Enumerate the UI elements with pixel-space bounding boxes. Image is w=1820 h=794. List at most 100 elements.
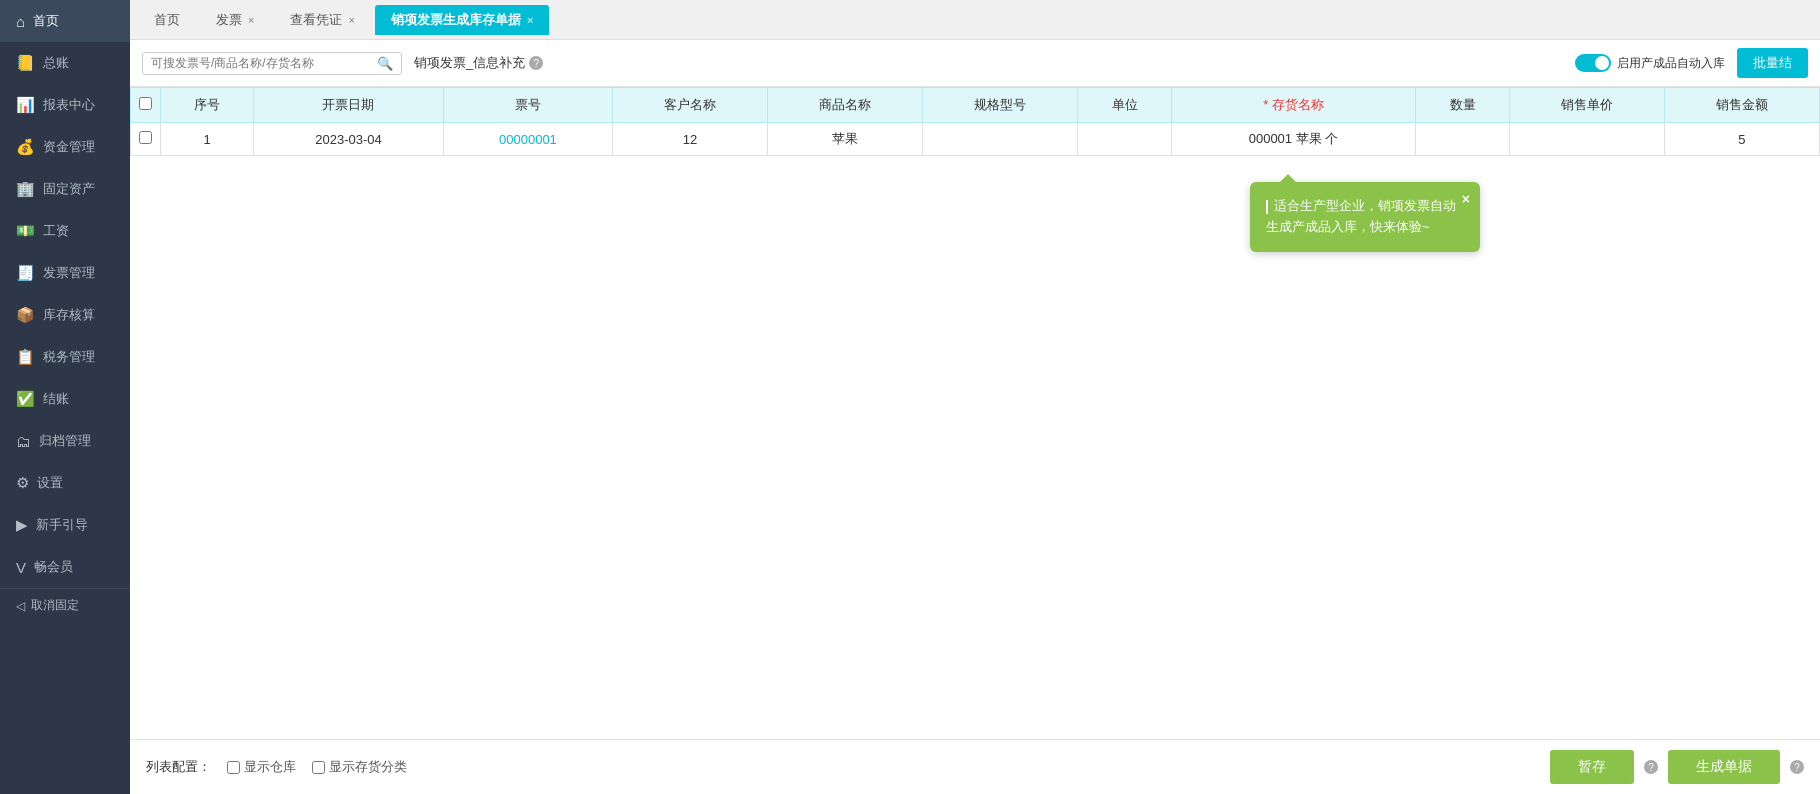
- play-icon: ▶: [16, 516, 28, 534]
- sidebar-item-general-ledger[interactable]: 📒 总账: [0, 42, 130, 84]
- header-spec: 规格型号: [923, 88, 1078, 123]
- sidebar-item-label: 资金管理: [43, 138, 95, 156]
- header-invoice-no: 票号: [443, 88, 612, 123]
- header-amount: 销售金额: [1664, 88, 1819, 123]
- show-warehouse-check[interactable]: 显示仓库: [227, 758, 296, 776]
- cell-unit-price: [1509, 123, 1664, 156]
- tab-voucher-label: 查看凭证: [290, 11, 342, 29]
- tab-invoice[interactable]: 发票 ×: [200, 5, 270, 35]
- header-unit: 单位: [1078, 88, 1171, 123]
- table-area: 序号 开票日期 票号 客户名称 商品名称 规格型号 单位 * 存货名称 数量 销…: [130, 87, 1820, 739]
- sidebar-item-label: 税务管理: [43, 348, 95, 366]
- sidebar-item-settings[interactable]: ⚙ 设置: [0, 462, 130, 504]
- sidebar-item-tax-management[interactable]: 📋 税务管理: [0, 336, 130, 378]
- tooltip-text: 适合生产型企业，销项发票自动生成产成品入库，快来体验~: [1266, 198, 1456, 234]
- sidebar-item-label: 结账: [43, 390, 69, 408]
- select-all-checkbox[interactable]: [139, 97, 152, 110]
- tab-home-label: 首页: [154, 11, 180, 29]
- tab-cancel-invoice-label: 销项发票生成库存单据: [391, 11, 521, 29]
- info-text: 销项发票_信息补充: [414, 54, 525, 72]
- cell-unit: [1078, 123, 1171, 156]
- cell-qty: [1416, 123, 1509, 156]
- invoice-link[interactable]: 00000001: [499, 132, 557, 147]
- sidebar-item-payroll[interactable]: 💵 工资: [0, 210, 130, 252]
- save-button[interactable]: 暂存: [1550, 750, 1634, 784]
- cell-product-name: 苹果: [768, 123, 923, 156]
- tab-voucher[interactable]: 查看凭证 ×: [274, 5, 370, 35]
- toggle-label: 启用产成品自动入库: [1617, 55, 1725, 72]
- report-icon: 📊: [16, 96, 35, 114]
- header-checkbox-cell: [131, 88, 161, 123]
- unpin-button[interactable]: ◁ 取消固定: [0, 588, 130, 622]
- header-seq: 序号: [161, 88, 254, 123]
- sidebar-item-label: 归档管理: [39, 432, 91, 450]
- tab-cancel-invoice[interactable]: 销项发票生成库存单据 ×: [375, 5, 549, 35]
- assets-icon: 🏢: [16, 180, 35, 198]
- payroll-icon: 💵: [16, 222, 35, 240]
- config-label: 列表配置：: [146, 758, 211, 776]
- sidebar-item-label: 库存核算: [43, 306, 95, 324]
- sidebar-item-vip[interactable]: V 畅会员: [0, 546, 130, 588]
- sidebar-item-fund-management[interactable]: 💰 资金管理: [0, 126, 130, 168]
- generate-help-icon[interactable]: ?: [1790, 760, 1804, 774]
- sidebar-item-beginner[interactable]: ▶ 新手引导: [0, 504, 130, 546]
- search-box[interactable]: 🔍: [142, 52, 402, 75]
- toggle-area: 启用产成品自动入库: [1575, 54, 1725, 72]
- cell-seq: 1: [161, 123, 254, 156]
- header-date: 开票日期: [254, 88, 444, 123]
- archive-icon: 🗂: [16, 433, 31, 450]
- show-warehouse-label: 显示仓库: [244, 758, 296, 776]
- tab-invoice-close[interactable]: ×: [248, 14, 254, 26]
- settlement-icon: ✅: [16, 390, 35, 408]
- sidebar-item-label: 报表中心: [43, 96, 95, 114]
- row-checkbox[interactable]: [139, 131, 152, 144]
- cell-invoice-no[interactable]: 00000001: [443, 123, 612, 156]
- save-help-icon[interactable]: ?: [1644, 760, 1658, 774]
- sidebar-item-home[interactable]: ⌂ 首页: [0, 0, 130, 42]
- sidebar-item-inventory[interactable]: 📦 库存核算: [0, 294, 130, 336]
- invoice-icon: 🧾: [16, 264, 35, 282]
- sidebar-item-label: 工资: [43, 222, 69, 240]
- sidebar-item-report-center[interactable]: 📊 报表中心: [0, 84, 130, 126]
- cell-spec: [923, 123, 1078, 156]
- tooltip-cursor: [1266, 200, 1268, 214]
- sidebar-item-settlement[interactable]: ✅ 结账: [0, 378, 130, 420]
- tab-voucher-close[interactable]: ×: [348, 14, 354, 26]
- auto-warehouse-toggle[interactable]: [1575, 54, 1611, 72]
- page-content: 🔍 销项发票_信息补充 ? 启用产成品自动入库 批量结 序: [130, 40, 1820, 794]
- header-product-name: 商品名称: [768, 88, 923, 123]
- cell-customer: 12: [612, 123, 767, 156]
- bottom-actions: 暂存 ? 生成单据 ?: [1550, 750, 1804, 784]
- home-icon: ⌂: [16, 13, 25, 30]
- sidebar-item-label: 首页: [33, 12, 59, 30]
- search-icon[interactable]: 🔍: [377, 56, 393, 71]
- bottom-bar: 列表配置： 显示仓库 显示存货分类 暂存 ? 生成单据 ?: [130, 739, 1820, 794]
- unpin-icon: ◁: [16, 599, 25, 613]
- sidebar-item-label: 新手引导: [36, 516, 88, 534]
- gear-icon: ⚙: [16, 474, 29, 492]
- row-checkbox-cell: [131, 123, 161, 156]
- show-warehouse-checkbox[interactable]: [227, 761, 240, 774]
- search-input[interactable]: [151, 56, 373, 70]
- sidebar-item-archive[interactable]: 🗂 归档管理: [0, 420, 130, 462]
- show-inventory-category-checkbox[interactable]: [312, 761, 325, 774]
- cell-amount: 5: [1664, 123, 1819, 156]
- toolbar: 🔍 销项发票_信息补充 ? 启用产成品自动入库 批量结: [130, 40, 1820, 87]
- sidebar-item-fixed-assets[interactable]: 🏢 固定资产: [0, 168, 130, 210]
- header-qty: 数量: [1416, 88, 1509, 123]
- header-unit-price: 销售单价: [1509, 88, 1664, 123]
- generate-button[interactable]: 生成单据: [1668, 750, 1780, 784]
- sidebar-item-invoice-management[interactable]: 🧾 发票管理: [0, 252, 130, 294]
- cell-inventory-name: 000001 苹果 个: [1171, 123, 1416, 156]
- tab-bar: 首页 发票 × 查看凭证 × 销项发票生成库存单据 ×: [130, 0, 1820, 40]
- batch-button[interactable]: 批量结: [1737, 48, 1808, 78]
- tooltip-popup: × 适合生产型企业，销项发票自动生成产成品入库，快来体验~: [1250, 182, 1480, 252]
- tab-home[interactable]: 首页: [138, 5, 196, 35]
- header-customer: 客户名称: [612, 88, 767, 123]
- tooltip-close-button[interactable]: ×: [1462, 188, 1470, 210]
- tab-cancel-invoice-close[interactable]: ×: [527, 14, 533, 26]
- data-table: 序号 开票日期 票号 客户名称 商品名称 规格型号 单位 * 存货名称 数量 销…: [130, 87, 1820, 156]
- info-question-icon[interactable]: ?: [529, 56, 543, 70]
- show-inventory-category-label: 显示存货分类: [329, 758, 407, 776]
- show-inventory-category-check[interactable]: 显示存货分类: [312, 758, 407, 776]
